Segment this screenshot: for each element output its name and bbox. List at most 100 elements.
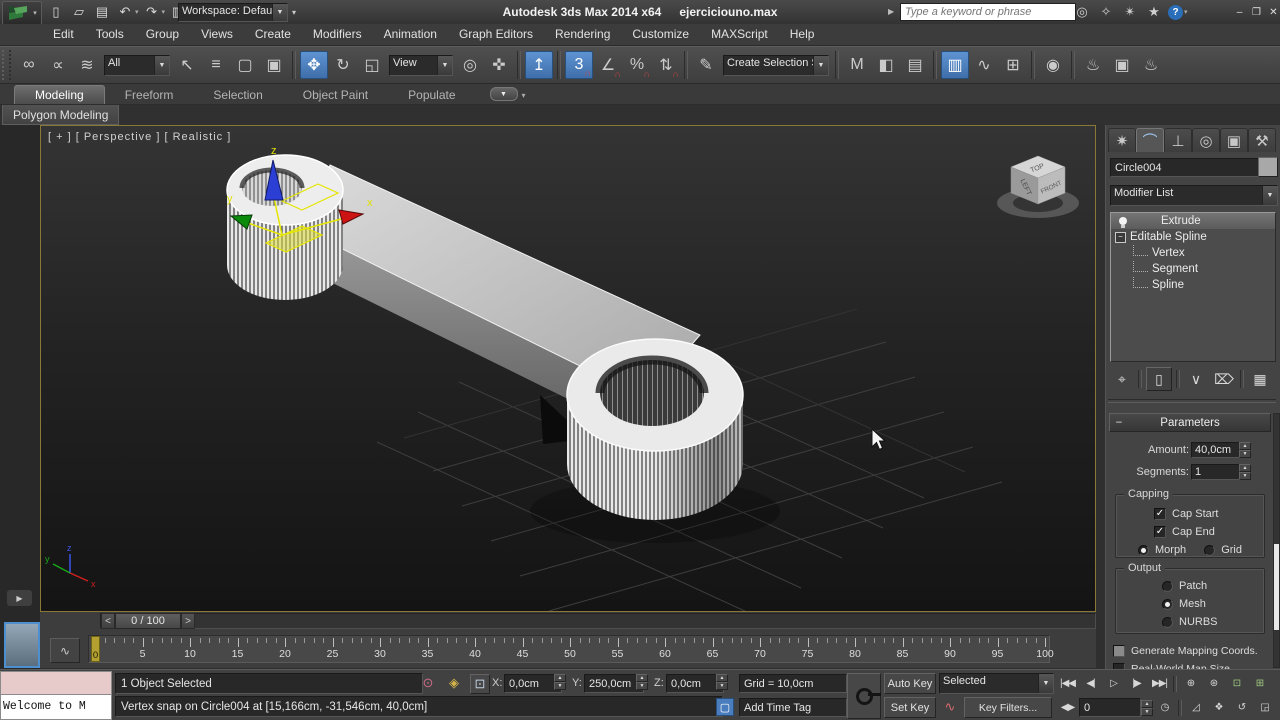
spinner-up-button[interactable]: ▲ [1141, 699, 1153, 708]
ribbon-tab-modeling[interactable]: Modeling [14, 85, 105, 104]
modifier-list-dropdown[interactable]: Modifier List ▼ [1110, 185, 1278, 206]
unlink-selection-icon[interactable]: ∝ [44, 51, 72, 79]
panel-scrollbar[interactable] [1273, 413, 1280, 668]
menu-rendering[interactable]: Rendering [544, 24, 621, 45]
window-crossing-toggle-icon[interactable]: ▣ [260, 51, 288, 79]
play-button[interactable]: ▷ [1102, 674, 1125, 694]
undo-icon[interactable]: ↶ [115, 2, 135, 22]
ribbon-tab-freeform[interactable]: Freeform [105, 86, 194, 104]
keyboard-shortcut-override-icon[interactable]: ↥ [525, 51, 553, 79]
undo-icon-flyout[interactable]: ▾ [135, 8, 139, 16]
close-button[interactable]: ✕ [1266, 4, 1280, 20]
spinner-down-button[interactable]: ▼ [1141, 707, 1153, 716]
ribbon-tab-populate[interactable]: Populate [388, 86, 475, 104]
percent-snap-icon[interactable]: % ∩ [623, 51, 651, 79]
new-scene-icon[interactable]: ▯ [46, 2, 66, 22]
select-and-scale-icon[interactable]: ◱ [358, 51, 386, 79]
curve-editor-icon[interactable]: ∿ [970, 51, 998, 79]
modifier-on-off-bulb-icon[interactable] [1119, 217, 1127, 228]
spinner-down-button[interactable]: ▼ [636, 682, 648, 690]
nurbs-radio[interactable] [1162, 616, 1173, 628]
add-time-tag-field[interactable]: Add Time Tag [739, 698, 847, 717]
help-button[interactable]: ? [1168, 4, 1183, 20]
amount-field[interactable]: 40,0cm [1191, 442, 1243, 458]
menu-animation[interactable]: Animation [373, 24, 448, 45]
license-key-icon[interactable]: ✧ [1096, 2, 1116, 22]
search-input[interactable] [900, 3, 1076, 21]
menu-create[interactable]: Create [244, 24, 302, 45]
zoom-extents-all-button[interactable]: ⊞ [1248, 674, 1271, 694]
ribbon-tab-selection[interactable]: Selection [193, 86, 282, 104]
segments-spinner[interactable]: ▲ ▼ [1239, 464, 1251, 480]
z-coordinate-spinner[interactable]: ▲ ▼ [716, 674, 728, 690]
rectangular-selection-region-icon[interactable]: ▢ [231, 51, 259, 79]
make-unique-button[interactable]: ∨ [1184, 368, 1208, 390]
maxscript-listener-field[interactable]: Welcome to M [0, 695, 112, 720]
spinner-snap-icon[interactable]: ⇅ ∩ [652, 51, 680, 79]
snaps-toggle-3d-icon[interactable]: 3 ∩ [565, 51, 593, 79]
spinner-up-button[interactable]: ▲ [1239, 442, 1251, 450]
previous-frame-slider-button[interactable]: < [101, 613, 115, 629]
time-slider-track[interactable] [100, 613, 1096, 629]
menu-edit[interactable]: Edit [42, 24, 85, 45]
spinner-down-button[interactable]: ▼ [554, 682, 566, 690]
modifier-list-arrow-icon[interactable]: ▼ [1262, 186, 1277, 205]
current-frame-field[interactable]: 0 [1079, 698, 1141, 717]
cap-start-checkbox[interactable]: ✓ [1154, 508, 1166, 520]
modifier-stack-item-extrude[interactable]: Extrude [1111, 213, 1275, 229]
menu-group[interactable]: Group [135, 24, 190, 45]
select-and-rotate-icon[interactable]: ↻ [329, 51, 357, 79]
select-and-manipulate-icon[interactable]: ✜ [485, 51, 513, 79]
go-to-start-button[interactable]: |◀◀ [1056, 674, 1079, 694]
dropdown-arrow-icon[interactable]: ▼ [437, 55, 452, 75]
pan-view-button[interactable]: ❖ [1207, 698, 1230, 718]
redo-icon-flyout[interactable]: ▾ [162, 8, 166, 16]
ribbon-minimize-pill-button[interactable]: ▼ [489, 87, 518, 101]
key-filters-button[interactable]: Key Filters... [964, 697, 1052, 718]
menu-modifiers[interactable]: Modifiers [302, 24, 373, 45]
orbit-button[interactable]: ↺ [1230, 698, 1253, 718]
next-frame-slider-button[interactable]: > [181, 613, 195, 629]
spinner-up-button[interactable]: ▲ [554, 674, 566, 682]
panel-tab-hierarchy[interactable]: ⊥ [1164, 128, 1192, 152]
configure-modifier-sets-button[interactable]: ▦ [1248, 368, 1272, 390]
y-coordinate-field[interactable]: 250,0cm [584, 674, 644, 693]
default-in-out-tangents-icon[interactable]: ∿ [940, 697, 960, 717]
redo-icon[interactable]: ↷ [142, 2, 162, 22]
graphite-ribbon-toggle-icon[interactable]: ▥ [941, 51, 969, 79]
zoom-button[interactable]: ⊕ [1179, 674, 1202, 694]
selection-set-combo[interactable]: Selected ▼ [939, 673, 1054, 694]
select-by-name-icon[interactable]: ≡ [202, 51, 230, 79]
zoom-extents-selected-button[interactable]: ⊡ [1225, 674, 1248, 694]
rollout-collapse-icon[interactable]: − [1110, 417, 1128, 429]
selection-lock-toggle-icon[interactable]: ◈ [444, 673, 464, 693]
ribbon-tab-object-paint[interactable]: Object Paint [283, 86, 388, 104]
workspace-flyout-icon[interactable]: ▾ [292, 8, 296, 17]
auto-key-button[interactable]: Auto Key [884, 673, 936, 694]
restore-button[interactable]: ❐ [1249, 4, 1264, 20]
layer-manager-icon[interactable]: ▤ [901, 51, 929, 79]
modifier-stack-item-segment[interactable]: Segment [1111, 260, 1275, 277]
modifier-stack-item-spline[interactable]: Spline [1111, 276, 1275, 293]
zoom-all-button[interactable]: ⊛ [1202, 674, 1225, 694]
perspective-viewport[interactable]: z x y TOP LEFT FRONT z x y [+] [Persp… [40, 125, 1096, 612]
edit-named-selection-sets-icon[interactable]: ✎ [692, 51, 720, 79]
isolate-selection-icon[interactable]: ⊙ [418, 673, 438, 693]
selection-filter-dropdown[interactable]: All ▼ [104, 54, 170, 76]
spinner-up-button[interactable]: ▲ [1239, 464, 1251, 472]
viewcube[interactable]: TOP LEFT FRONT [997, 155, 1079, 218]
dropdown-arrow-icon[interactable]: ▼ [154, 55, 169, 75]
viewport-layout-tabs-button[interactable]: ▶ [7, 590, 32, 606]
help-flyout-icon[interactable]: ▾ [1184, 8, 1188, 16]
set-keys-button[interactable] [847, 673, 881, 719]
bind-to-space-warp-icon[interactable]: ≋ [73, 51, 101, 79]
object-name-field[interactable]: Circle004 [1110, 158, 1262, 177]
application-menu-button[interactable]: ▾ [2, 1, 42, 25]
schematic-view-icon[interactable]: ⊞ [999, 51, 1027, 79]
mirror-icon[interactable]: M [843, 51, 871, 79]
previous-frame-button[interactable]: ◀| [1079, 674, 1102, 694]
maximize-viewport-toggle-button[interactable]: ◲ [1253, 698, 1276, 718]
panel-scrollbar-thumb[interactable] [1274, 544, 1279, 630]
menu-help[interactable]: Help [779, 24, 826, 45]
show-end-result-button[interactable]: ▯ [1146, 367, 1172, 391]
